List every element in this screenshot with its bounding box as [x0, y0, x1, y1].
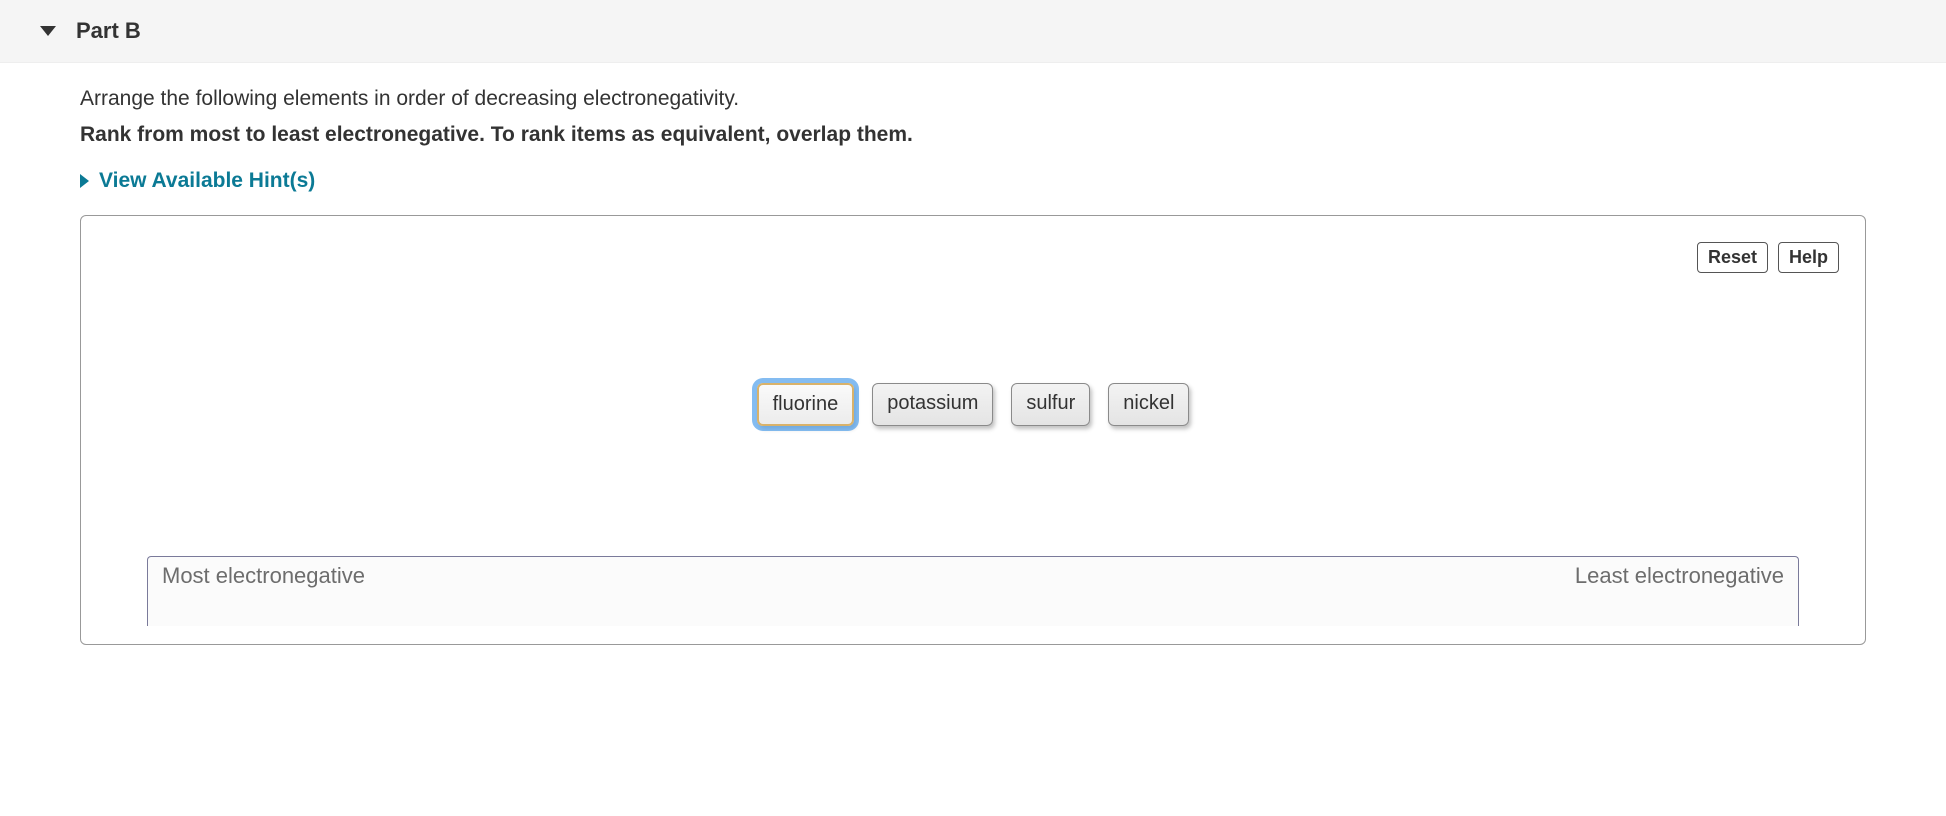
chip-nickel[interactable]: nickel [1108, 383, 1189, 426]
dropzone-right-label: Least electronegative [1575, 563, 1784, 589]
expand-triangle-right-icon [80, 174, 89, 188]
view-hints-label: View Available Hint(s) [99, 169, 315, 193]
part-header[interactable]: Part B [0, 0, 1946, 63]
ranking-drop-zone[interactable]: Most electronegative Least electronegati… [147, 556, 1799, 626]
view-hints-toggle[interactable]: View Available Hint(s) [80, 169, 1866, 193]
part-title: Part B [76, 18, 141, 44]
chip-fluorine[interactable]: fluorine [757, 383, 855, 426]
collapse-triangle-down-icon[interactable] [40, 26, 56, 36]
chip-sulfur[interactable]: sulfur [1011, 383, 1090, 426]
dropzone-left-label: Most electronegative [162, 563, 365, 589]
ranking-panel: Reset Help fluorine potassium sulfur nic… [80, 215, 1866, 645]
content-area: Arrange the following elements in order … [0, 63, 1946, 645]
panel-toolbar: Reset Help [107, 242, 1839, 273]
chips-row: fluorine potassium sulfur nickel [107, 383, 1839, 426]
chip-potassium[interactable]: potassium [872, 383, 993, 426]
question-instruction: Rank from most to least electronegative.… [80, 123, 1866, 147]
help-button[interactable]: Help [1778, 242, 1839, 273]
reset-button[interactable]: Reset [1697, 242, 1768, 273]
question-prompt: Arrange the following elements in order … [80, 87, 1866, 111]
